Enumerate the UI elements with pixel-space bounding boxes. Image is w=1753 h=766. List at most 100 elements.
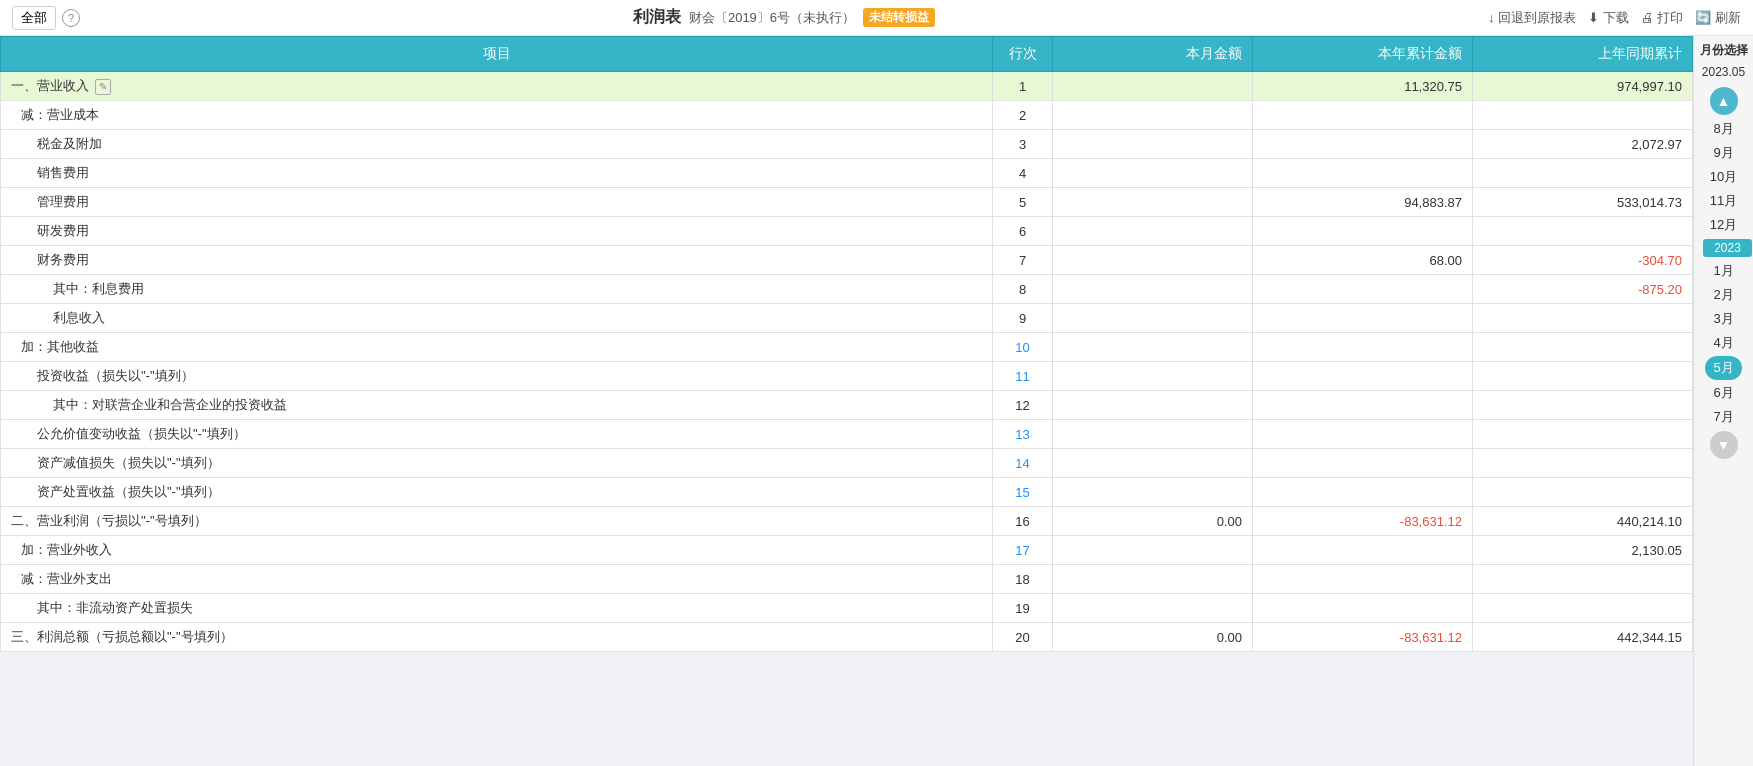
top-bar-center: 利润表 财会〔2019〕6号（未执行） 未结转损益 — [633, 7, 935, 28]
table-row-month: 0.00 — [1053, 623, 1253, 652]
sidebar-year: 2023.05 — [1698, 63, 1749, 81]
table-row-lastyear — [1473, 594, 1693, 623]
table-row-item: 研发费用 — [1, 217, 993, 246]
table-row-month: 0.00 — [1053, 507, 1253, 536]
table-row-year: 11,320.75 — [1253, 72, 1473, 101]
table-row-item: 二、营业利润（亏损以"-"号填列） — [1, 507, 993, 536]
table-row-year — [1253, 565, 1473, 594]
table-row-month — [1053, 420, 1253, 449]
table-row-month — [1053, 304, 1253, 333]
table-row-number: 18 — [993, 565, 1053, 594]
table-row-lastyear — [1473, 565, 1693, 594]
table-row-month — [1053, 333, 1253, 362]
right-sidebar: 月份选择 2023.05 ▲ 8月9月10月11月12月 2023 1月2月3月4月… — [1693, 36, 1753, 766]
month-item[interactable]: 11月 — [1699, 189, 1747, 213]
table-row-item: 税金及附加 — [1, 130, 993, 159]
table-row-number: 20 — [993, 623, 1053, 652]
month-item[interactable]: 1月 — [1699, 259, 1747, 283]
table-row-number: 12 — [993, 391, 1053, 420]
nav-down-arrow[interactable]: ▼ — [1710, 431, 1738, 459]
table-row-lastyear: 2,072.97 — [1473, 130, 1693, 159]
table-row-month — [1053, 72, 1253, 101]
back-button[interactable]: ↓ 回退到原报表 — [1488, 9, 1576, 27]
table-row-number: 8 — [993, 275, 1053, 304]
table-row-item: 其中：非流动资产处置损失 — [1, 594, 993, 623]
table-row-number: 4 — [993, 159, 1053, 188]
month-item[interactable]: 2月 — [1699, 283, 1747, 307]
table-row-lastyear: 974,997.10 — [1473, 72, 1693, 101]
table-row-month — [1053, 217, 1253, 246]
table-row-item: 减：营业成本 — [1, 101, 993, 130]
header-year: 本年累计金额 — [1253, 37, 1473, 72]
table-row-lastyear: 442,344.15 — [1473, 623, 1693, 652]
table-row-lastyear: -304.70 — [1473, 246, 1693, 275]
month-item[interactable]: 5月 — [1705, 356, 1741, 380]
table-row-lastyear — [1473, 420, 1693, 449]
table-row-lastyear — [1473, 101, 1693, 130]
help-icon[interactable]: ? — [62, 9, 80, 27]
top-bar-left: 全部 ? — [12, 6, 80, 30]
table-row-item: 其中：对联营企业和合营企业的投资收益 — [1, 391, 993, 420]
table-row-number: 10 — [993, 333, 1053, 362]
table-row-lastyear: 2,130.05 — [1473, 536, 1693, 565]
month-item[interactable]: 4月 — [1699, 331, 1747, 355]
table-row-number: 17 — [993, 536, 1053, 565]
table-row-item: 加：营业外收入 — [1, 536, 993, 565]
table-row-item: 一、营业收入✎ — [1, 72, 993, 101]
month-item[interactable]: 9月 — [1699, 141, 1747, 165]
table-row-month — [1053, 275, 1253, 304]
table-row-item: 其中：利息费用 — [1, 275, 993, 304]
table-row-month — [1053, 594, 1253, 623]
table-row-lastyear — [1473, 391, 1693, 420]
main-container: 项目 行次 本月金额 本年累计金额 上年同期累计 一、营业收入✎111,320.… — [0, 36, 1753, 766]
table-row-item: 公允价值变动收益（损失以"-"填列） — [1, 420, 993, 449]
table-row-lastyear — [1473, 304, 1693, 333]
edit-icon[interactable]: ✎ — [95, 79, 111, 95]
table-row-year — [1253, 304, 1473, 333]
table-row-number: 15 — [993, 478, 1053, 507]
table-row-number: 7 — [993, 246, 1053, 275]
table-row-year — [1253, 101, 1473, 130]
table-row-item: 财务费用 — [1, 246, 993, 275]
table-row-number: 6 — [993, 217, 1053, 246]
table-area: 项目 行次 本月金额 本年累计金额 上年同期累计 一、营业收入✎111,320.… — [0, 36, 1693, 766]
month-item[interactable]: 10月 — [1699, 165, 1747, 189]
table-row-lastyear — [1473, 478, 1693, 507]
table-row-item: 资产减值损失（损失以"-"填列） — [1, 449, 993, 478]
sidebar-label: 月份选择 — [1700, 40, 1748, 61]
table-row-year: -83,631.12 — [1253, 623, 1473, 652]
table-row-month — [1053, 478, 1253, 507]
table-row-item: 减：营业外支出 — [1, 565, 993, 594]
refresh-button[interactable]: 🔄 刷新 — [1695, 9, 1741, 27]
table-row-month — [1053, 362, 1253, 391]
month-item[interactable]: 6月 — [1699, 381, 1747, 405]
month-item[interactable]: 12月 — [1699, 213, 1747, 237]
table-row-lastyear — [1473, 217, 1693, 246]
table-row-month — [1053, 536, 1253, 565]
profit-table: 项目 行次 本月金额 本年累计金额 上年同期累计 一、营业收入✎111,320.… — [0, 36, 1693, 652]
table-row-lastyear: -875.20 — [1473, 275, 1693, 304]
table-row-year: 94,883.87 — [1253, 188, 1473, 217]
table-row-item: 管理费用 — [1, 188, 993, 217]
month-item[interactable]: 8月 — [1699, 117, 1747, 141]
download-button[interactable]: ⬇ 下载 — [1588, 9, 1629, 27]
all-button[interactable]: 全部 — [12, 6, 56, 30]
table-row-lastyear: 440,214.10 — [1473, 507, 1693, 536]
month-item[interactable]: 7月 — [1699, 405, 1747, 429]
subtitle: 财会〔2019〕6号（未执行） — [689, 9, 855, 27]
print-button[interactable]: 🖨 打印 — [1641, 9, 1684, 27]
nav-up-arrow[interactable]: ▲ — [1710, 87, 1738, 115]
table-row-number: 2 — [993, 101, 1053, 130]
header-item: 项目 — [1, 37, 993, 72]
table-row-month — [1053, 246, 1253, 275]
month-item[interactable]: 3月 — [1699, 307, 1747, 331]
month-item[interactable]: 2023 — [1703, 239, 1751, 257]
table-row-year — [1253, 362, 1473, 391]
table-row-number: 5 — [993, 188, 1053, 217]
table-row-number: 14 — [993, 449, 1053, 478]
table-row-year — [1253, 594, 1473, 623]
table-row-year — [1253, 420, 1473, 449]
table-row-item: 三、利润总额（亏损总额以"-"号填列） — [1, 623, 993, 652]
table-row-number: 9 — [993, 304, 1053, 333]
table-row-year — [1253, 536, 1473, 565]
